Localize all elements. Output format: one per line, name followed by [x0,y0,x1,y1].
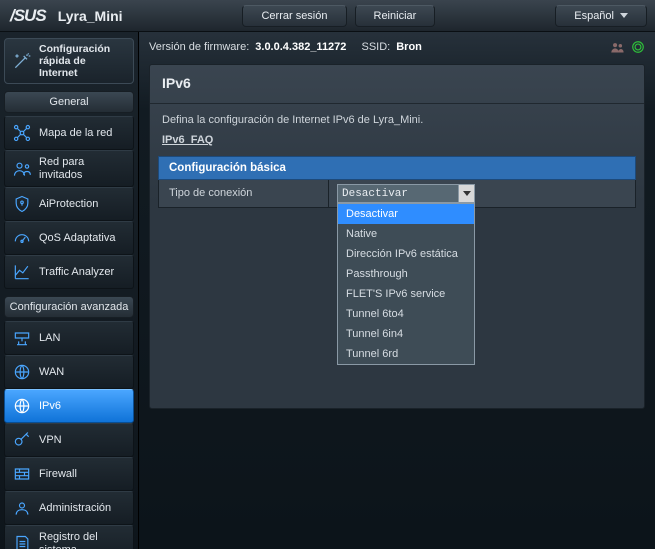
sidebar-item-label: Traffic Analyzer [39,266,114,279]
ipv6-panel: IPv6 Defina la configuración de Internet… [149,64,645,409]
magic-wand-icon [11,50,33,72]
sidebar-item-label: QoS Adaptativa [39,232,115,245]
gauge-icon [11,227,33,249]
reboot-button[interactable]: Reiniciar [355,5,436,27]
page-title: IPv6 [150,65,644,104]
sidebar: Configuración rápida de Internet General… [0,32,139,549]
connection-type-option[interactable]: Native [338,224,474,244]
connection-type-select[interactable]: Desactivar [337,184,475,203]
firmware-version: 3.0.0.4.382_11272 [255,41,346,53]
ipv6-faq-link[interactable]: IPv6_FAQ [150,130,225,156]
select-arrow-icon [458,185,474,202]
sidebar-item-label: Configuración rápida de Internet [39,43,127,79]
sidebar-section-general: General [4,91,134,113]
ssid-value: Bron [396,41,422,53]
map-icon [11,122,33,144]
sidebar-item-registro-del-sistema[interactable]: Registro del sistema [4,525,134,549]
sidebar-item-label: Red para invitados [39,156,127,181]
connection-type-option[interactable]: Desactivar [338,204,474,224]
model-name: Lyra_Mini [58,8,123,24]
shield-icon [11,193,33,215]
topbar: /SUS Lyra_Mini Cerrar sesión Reiniciar E… [0,0,655,32]
basic-config-header: Configuración básica [158,156,636,180]
sidebar-item-vpn[interactable]: VPN [4,423,134,457]
sidebar-item-label: AiProtection [39,198,98,211]
connection-type-label: Tipo de conexión [159,180,329,207]
globe-icon [11,361,33,383]
sidebar-item-label: WAN [39,366,64,379]
connection-type-row: Tipo de conexión Desactivar DesactivarNa… [158,180,636,208]
log-icon [11,533,33,549]
admin-icon [11,497,33,519]
sidebar-item-ipv6[interactable]: IPv6 [4,389,134,423]
brand-logo: /SUS [8,6,50,26]
chart-icon [11,261,33,283]
page-description: Defina la configuración de Internet IPv6… [150,104,644,130]
sidebar-item-qos-adaptativa[interactable]: QoS Adaptativa [4,221,134,255]
sidebar-item-lan[interactable]: LAN [4,321,134,355]
firmware-info: Versión de firmware: 3.0.0.4.382_11272 S… [149,40,645,54]
sidebar-item-label: LAN [39,332,60,345]
globe-icon [11,395,33,417]
main-content: Versión de firmware: 3.0.0.4.382_11272 S… [139,32,655,549]
sidebar-item-label: Mapa de la red [39,127,112,140]
ssid-label: SSID: [361,41,390,53]
logout-button[interactable]: Cerrar sesión [242,5,346,27]
connection-type-option[interactable]: FLET'S IPv6 service [338,284,474,304]
connection-type-option[interactable]: Dirección IPv6 estática [338,244,474,264]
sidebar-item-label: IPv6 [39,400,61,413]
language-label: Español [574,10,614,22]
network-status-icon[interactable] [631,40,645,54]
sidebar-item-administraci-n[interactable]: Administración [4,491,134,525]
sidebar-section-advanced: Configuración avanzada [4,296,134,318]
key-icon [11,429,33,451]
sidebar-item-wan[interactable]: WAN [4,355,134,389]
firewall-icon [11,463,33,485]
connection-type-option[interactable]: Passthrough [338,264,474,284]
language-selector[interactable]: Español [555,5,647,27]
connection-type-value: Desactivar [342,188,408,200]
connection-type-option[interactable]: Tunnel 6to4 [338,304,474,324]
sidebar-item-traffic-analyzer[interactable]: Traffic Analyzer [4,255,134,289]
guest-icon [11,158,33,180]
connection-type-dropdown: DesactivarNativeDirección IPv6 estáticaP… [337,203,475,365]
clients-icon[interactable] [611,42,625,53]
connection-type-option[interactable]: Tunnel 6rd [338,344,474,364]
sidebar-item-quick-setup[interactable]: Configuración rápida de Internet [4,38,134,84]
sidebar-item-firewall[interactable]: Firewall [4,457,134,491]
connection-type-option[interactable]: Tunnel 6in4 [338,324,474,344]
sidebar-item-label: Firewall [39,468,77,481]
sidebar-item-label: Administración [39,502,111,515]
chevron-down-icon [620,13,628,18]
lan-icon [11,327,33,349]
firmware-label: Versión de firmware: [149,41,249,53]
sidebar-item-aiprotection[interactable]: AiProtection [4,187,134,221]
sidebar-item-mapa-de-la-red[interactable]: Mapa de la red [4,116,134,150]
sidebar-item-label: VPN [39,434,62,447]
sidebar-item-label: Registro del sistema [39,531,127,549]
sidebar-item-red-para-invitados[interactable]: Red para invitados [4,150,134,187]
